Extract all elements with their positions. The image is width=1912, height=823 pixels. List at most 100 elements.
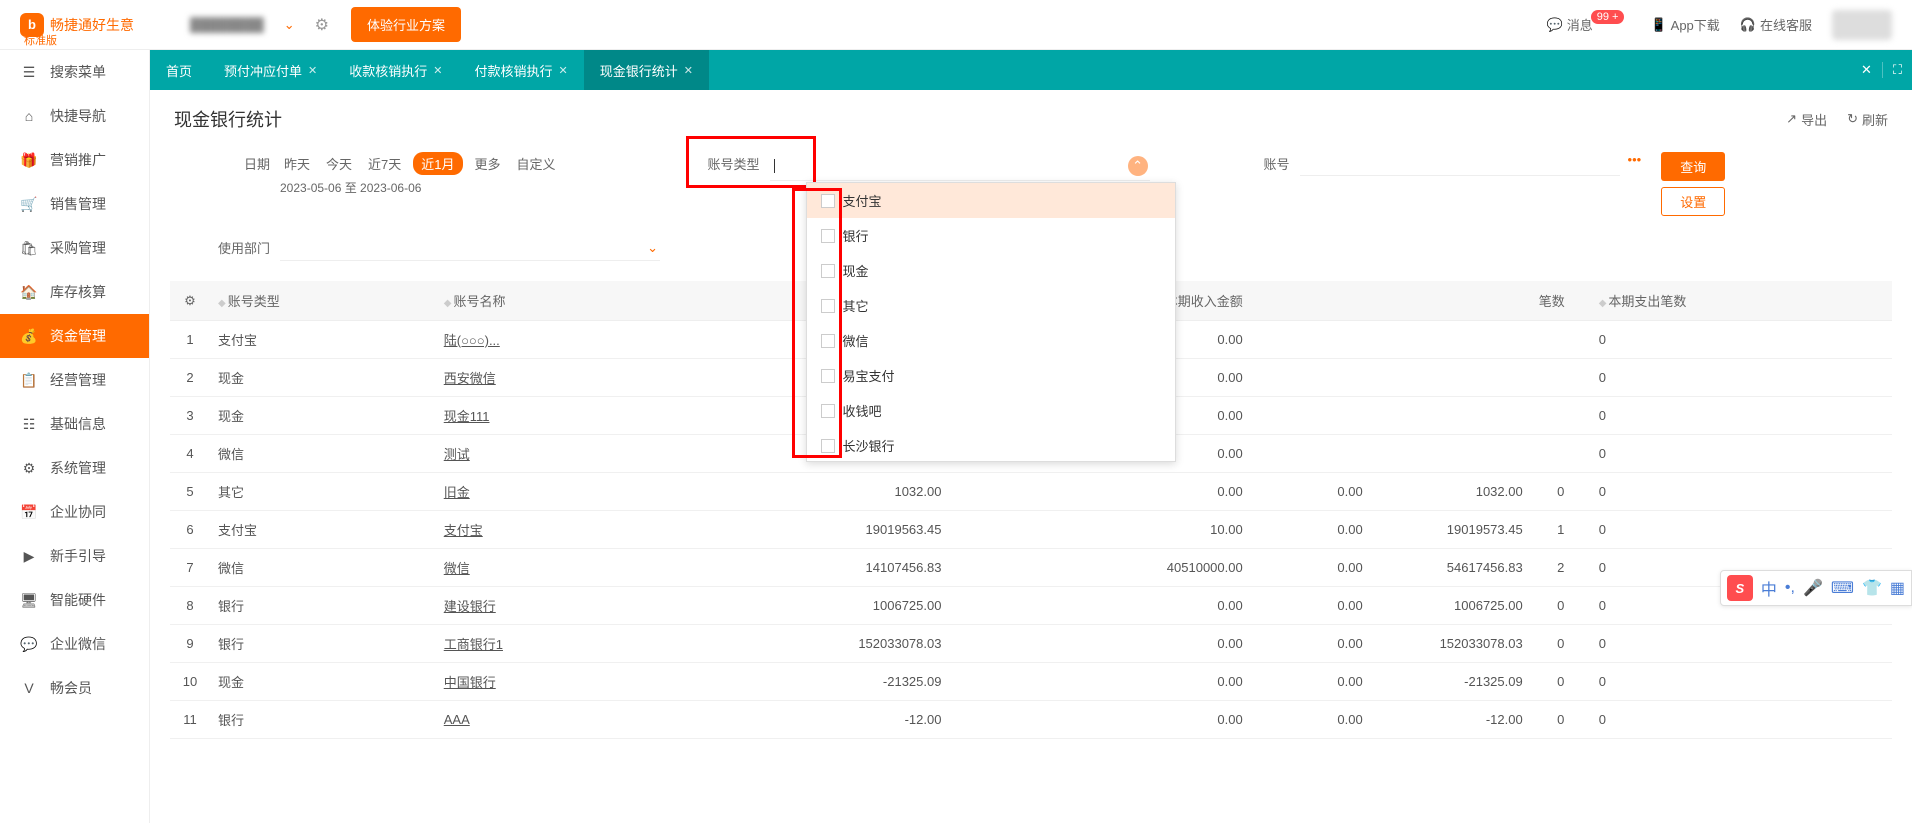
account-link[interactable]: AAA (444, 712, 470, 727)
col-account-name[interactable]: ◆账号名称 (436, 281, 662, 321)
date-preset[interactable]: 自定义 (513, 152, 560, 175)
account-link[interactable]: 旧金 (444, 485, 470, 500)
dropdown-option[interactable]: 银行 (807, 218, 1175, 253)
messages-button[interactable]: 💬 消息 99 + (1547, 15, 1631, 34)
date-preset[interactable]: 今天 (322, 152, 356, 175)
account-link[interactable]: 微信 (444, 561, 470, 576)
sidebar-item-1[interactable]: ⌂快捷导航 (0, 94, 149, 138)
tab-0[interactable]: 首页 (150, 50, 208, 90)
checkbox[interactable] (821, 264, 835, 278)
row-index: 5 (170, 473, 210, 511)
account-link[interactable]: 现金111 (444, 409, 490, 424)
sidebar-item-0[interactable]: ☰搜索菜单 (0, 50, 149, 94)
sidebar-item-6[interactable]: 💰资金管理 (0, 314, 149, 358)
checkbox[interactable] (821, 299, 835, 313)
date-preset[interactable]: 近7天 (364, 152, 405, 175)
date-preset[interactable]: 更多 (471, 152, 505, 175)
account-link[interactable]: 支付宝 (444, 523, 483, 538)
cell-name: 工商银行1 (436, 625, 662, 663)
tab-close-icon[interactable]: ✕ (559, 64, 568, 77)
account-link[interactable]: 西安微信 (444, 371, 496, 386)
close-all-tabs-button[interactable]: ✕ (1851, 62, 1882, 78)
account-link[interactable]: 建设银行 (444, 599, 496, 614)
checkbox[interactable] (821, 369, 835, 383)
cell-type: 微信 (210, 435, 436, 473)
org-selector[interactable]: ████████ ⌄ (180, 17, 305, 33)
sidebar-item-4[interactable]: 🛍采购管理 (0, 226, 149, 270)
dropdown-option[interactable]: 现金 (807, 253, 1175, 288)
sidebar-item-9[interactable]: ⚙系统管理 (0, 446, 149, 490)
settings-button[interactable]: 设置 (1661, 187, 1725, 216)
dropdown-option[interactable]: 长沙银行 (807, 428, 1175, 462)
fullscreen-button[interactable]: ⛶ (1882, 62, 1912, 78)
tab-close-icon[interactable]: ✕ (308, 64, 317, 77)
ime-punct-icon[interactable]: •, (1785, 579, 1795, 597)
cell-c5 (1251, 321, 1371, 359)
date-preset[interactable]: 昨天 (280, 152, 314, 175)
trial-button[interactable]: 体验行业方案 (351, 7, 461, 42)
ime-keyboard-icon[interactable]: ⌨ (1831, 578, 1854, 598)
checkbox[interactable] (821, 439, 835, 453)
dropdown-option[interactable]: 易宝支付 (807, 358, 1175, 393)
col-count[interactable]: 笔数 (1531, 281, 1591, 321)
dropdown-option[interactable]: 微信 (807, 323, 1175, 358)
ime-skin-icon[interactable]: 👕 (1862, 578, 1882, 598)
option-label: 微信 (843, 331, 869, 350)
sidebar-label: 营销推广 (50, 150, 106, 170)
tab-3[interactable]: 付款核销执行✕ (458, 50, 583, 90)
tab-4[interactable]: 现金银行统计✕ (584, 50, 709, 90)
sidebar-item-8[interactable]: ☷基础信息 (0, 402, 149, 446)
app-download-button[interactable]: 📱 App下载 (1650, 15, 1719, 34)
tab-close-icon[interactable]: ✕ (684, 64, 693, 77)
checkbox[interactable] (821, 404, 835, 418)
account-no-input[interactable] (1300, 152, 1620, 176)
tab-1[interactable]: 预付冲应付单✕ (208, 50, 333, 90)
tab-2[interactable]: 收款核销执行✕ (333, 50, 458, 90)
account-link[interactable]: 陆(○○○)... (444, 333, 500, 348)
checkbox[interactable] (821, 229, 835, 243)
column-settings[interactable]: ⚙ (170, 281, 210, 321)
sidebar-item-12[interactable]: 🖥智能硬件 (0, 578, 149, 622)
top-header: b 畅捷通好生意 标准版 ████████ ⌄ ⚙ 体验行业方案 💬 消息 99… (0, 0, 1912, 50)
ime-mic-icon[interactable]: 🎤 (1803, 578, 1823, 598)
col-account-type[interactable]: ◆账号类型 (210, 281, 436, 321)
dropdown-option[interactable]: 收钱吧 (807, 393, 1175, 428)
date-preset[interactable]: 近1月 (413, 152, 462, 175)
option-label: 银行 (843, 226, 869, 245)
sidebar-item-10[interactable]: 📅企业协同 (0, 490, 149, 534)
more-button[interactable]: ••• (1628, 152, 1642, 167)
query-button[interactable]: 查询 (1661, 152, 1725, 181)
sidebar-item-3[interactable]: 🛒销售管理 (0, 182, 149, 226)
refresh-icon: ↻ (1847, 111, 1858, 127)
sidebar-item-13[interactable]: 💬企业微信 (0, 622, 149, 666)
sidebar-item-14[interactable]: V畅会员 (0, 666, 149, 710)
sidebar-item-11[interactable]: ▶新手引导 (0, 534, 149, 578)
ime-toolbar[interactable]: S 中 •, 🎤 ⌨ 👕 ▦ (1720, 570, 1912, 606)
export-button[interactable]: ↗ 导出 (1786, 110, 1827, 129)
dropdown-option[interactable]: 支付宝 (807, 183, 1175, 218)
sidebar-item-7[interactable]: 📋经营管理 (0, 358, 149, 402)
account-type-input[interactable]: ⌃ (770, 152, 1150, 181)
checkbox[interactable] (821, 194, 835, 208)
ime-toolbox-icon[interactable]: ▦ (1890, 578, 1905, 598)
sidebar-label: 搜索菜单 (50, 62, 106, 82)
sidebar-item-2[interactable]: 🎁营销推广 (0, 138, 149, 182)
account-link[interactable]: 中国银行 (444, 675, 496, 690)
sidebar-item-5[interactable]: 🏠库存核算 (0, 270, 149, 314)
checkbox[interactable] (821, 334, 835, 348)
dropdown-option[interactable]: 其它 (807, 288, 1175, 323)
ime-lang[interactable]: 中 (1761, 576, 1777, 600)
account-link[interactable]: 工商银行1 (444, 637, 503, 652)
refresh-button[interactable]: ↻ 刷新 (1847, 110, 1888, 129)
cell-cnt: 0 (1531, 473, 1591, 511)
account-link[interactable]: 测试 (444, 447, 470, 462)
customer-service-button[interactable]: 🎧 在线客服 (1740, 15, 1812, 34)
collapse-icon[interactable]: ⌃ (1128, 156, 1148, 176)
settings-icon[interactable]: ⚙ (315, 15, 329, 35)
dept-select[interactable]: ⌄ (280, 236, 660, 261)
tab-close-icon[interactable]: ✕ (433, 64, 442, 77)
sidebar-icon: 📅 (20, 503, 38, 521)
col-out-count[interactable]: ◆本期支出笔数 (1591, 281, 1892, 321)
user-avatar[interactable] (1832, 10, 1892, 40)
logo[interactable]: b 畅捷通好生意 标准版 (20, 13, 150, 37)
